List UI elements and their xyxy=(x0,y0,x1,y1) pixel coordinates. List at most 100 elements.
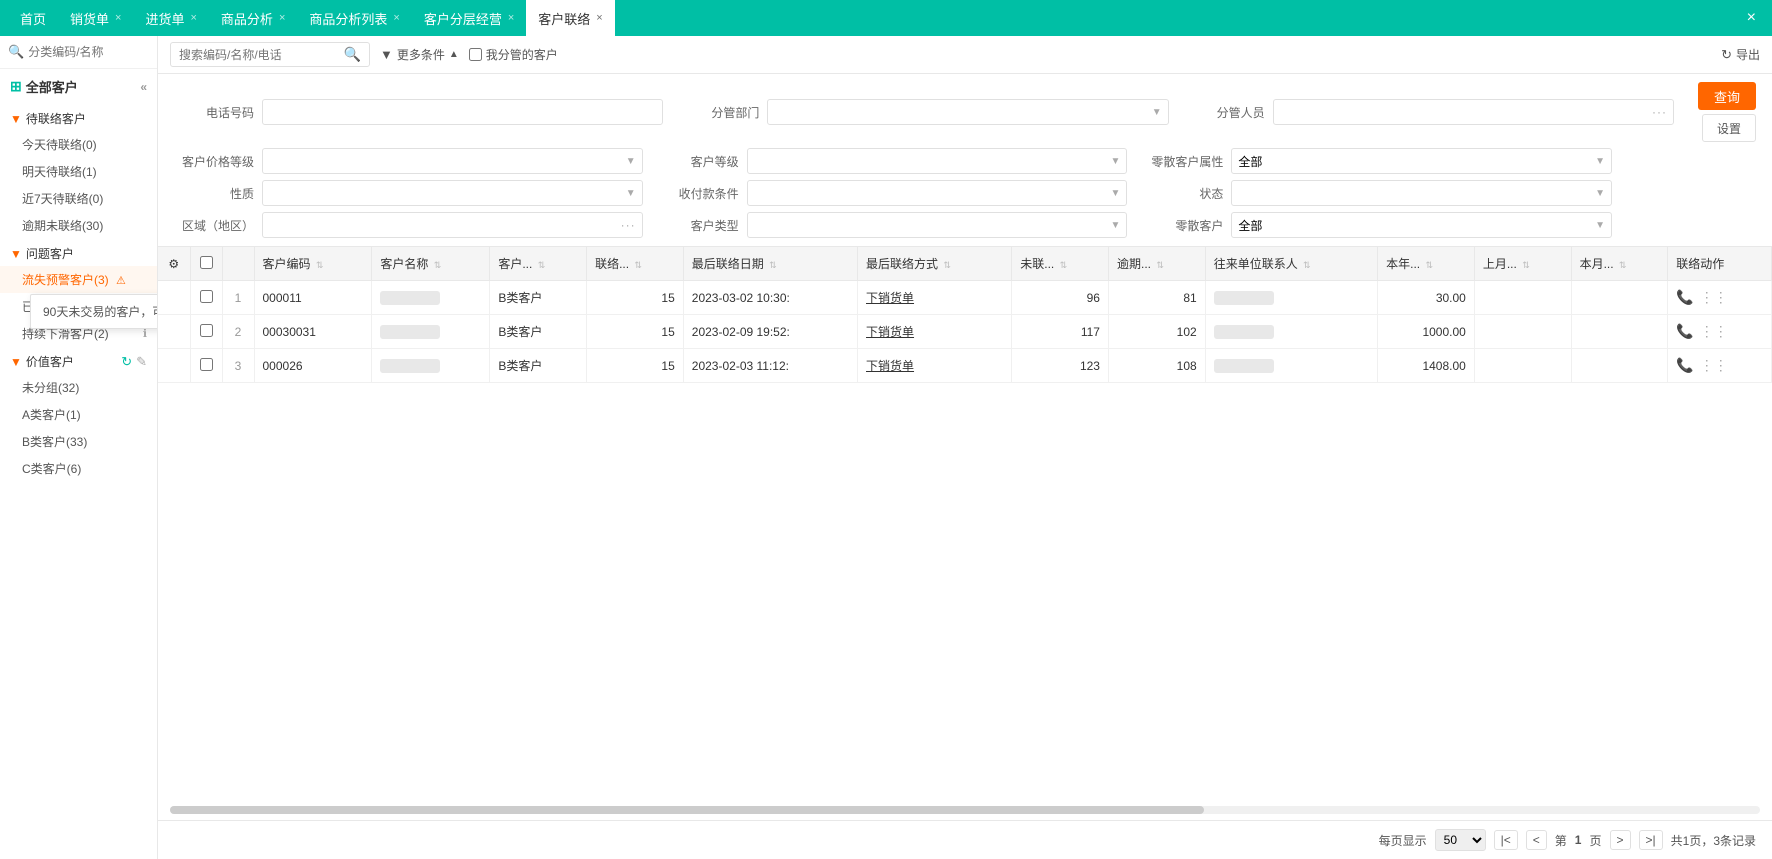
td-checkbox-1[interactable] xyxy=(190,315,222,349)
more-icon-1[interactable]: ⋮⋮ xyxy=(1700,323,1728,340)
nav-tab-goods-analysis-list[interactable]: 商品分析列表 × xyxy=(297,0,411,36)
zero-cust-select[interactable]: 全部 ▼ xyxy=(1231,212,1612,238)
sidebar-all-customers[interactable]: ⊞ 全部客户 « xyxy=(0,69,157,104)
cust-type-select[interactable]: ▼ xyxy=(747,212,1128,238)
td-last-method-2[interactable]: 下销货单 xyxy=(858,349,1012,383)
nature-select[interactable]: ▼ xyxy=(262,180,643,206)
td-last-method-0[interactable]: 下销货单 xyxy=(858,281,1012,315)
sidebar-item-ungrouped[interactable]: 未分组(32) xyxy=(0,374,157,401)
payment-chevron-icon: ▼ xyxy=(1110,188,1120,199)
horizontal-scrollbar[interactable] xyxy=(170,806,1760,814)
status-chevron-icon: ▼ xyxy=(1595,188,1605,199)
th-this-month[interactable]: 本月... ⇅ xyxy=(1571,247,1668,281)
th-uncontacted[interactable]: 未联... ⇅ xyxy=(1012,247,1109,281)
td-checkbox-0[interactable] xyxy=(190,281,222,315)
row-checkbox-0[interactable] xyxy=(200,290,213,303)
more-icon-2[interactable]: ⋮⋮ xyxy=(1700,357,1728,374)
more-conditions-button[interactable]: ▼ 更多条件 ▲ xyxy=(380,46,459,63)
status-select[interactable]: ▼ xyxy=(1231,180,1612,206)
refresh-icon-value[interactable]: ↻ xyxy=(121,354,132,370)
sidebar-item-b-class[interactable]: B类客户(33) xyxy=(0,428,157,455)
th-contact[interactable]: 联络... ⇅ xyxy=(587,247,684,281)
next-page-button[interactable]: > xyxy=(1610,830,1631,850)
dept-label: 分管部门 xyxy=(679,104,759,121)
th-last-date[interactable]: 最后联络日期 ⇅ xyxy=(683,247,857,281)
th-name[interactable]: 客户名称 ⇅ xyxy=(372,247,490,281)
window-close-button[interactable]: × xyxy=(1739,9,1764,27)
phone-input[interactable] xyxy=(262,99,663,125)
select-all-checkbox[interactable] xyxy=(200,256,213,269)
sidebar-item-a-class[interactable]: A类客户(1) xyxy=(0,401,157,428)
sidebar-item-today[interactable]: 今天待联络(0) xyxy=(0,131,157,158)
nav-purchase-label: 进货单 xyxy=(145,9,184,28)
sidebar-item-overdue[interactable]: 逾期未联络(30) xyxy=(0,212,157,239)
nav-tab-goods-analysis[interactable]: 商品分析 × xyxy=(209,0,297,36)
contact-icon-2[interactable]: 📞 xyxy=(1676,357,1693,374)
close-purchase-icon[interactable]: × xyxy=(190,12,196,24)
row-checkbox-2[interactable] xyxy=(200,358,213,371)
page-size-select[interactable]: 50 100 200 xyxy=(1435,829,1486,851)
th-overdue[interactable]: 逾期... ⇅ xyxy=(1108,247,1205,281)
nav-sales-label: 销货单 xyxy=(70,9,109,28)
td-last-method-1[interactable]: 下销货单 xyxy=(858,315,1012,349)
price-level-select[interactable]: ▼ xyxy=(262,148,643,174)
search-box: 🔍 xyxy=(170,42,370,67)
contact-icon-0[interactable]: 📞 xyxy=(1676,289,1693,306)
th-type[interactable]: 客户... ⇅ xyxy=(490,247,587,281)
nav-tab-customer-link[interactable]: 客户联络 × xyxy=(526,0,614,36)
th-last-method[interactable]: 最后联络方式 ⇅ xyxy=(858,247,1012,281)
first-page-button[interactable]: |< xyxy=(1494,830,1518,850)
close-goods-analysis-icon[interactable]: × xyxy=(279,12,285,24)
row-checkbox-1[interactable] xyxy=(200,324,213,337)
settings-button[interactable]: 设置 xyxy=(1702,114,1756,142)
sidebar-item-tomorrow[interactable]: 明天待联络(1) xyxy=(0,158,157,185)
close-customer-tier-icon[interactable]: × xyxy=(508,12,514,24)
th-code[interactable]: 客户编码 ⇅ xyxy=(254,247,372,281)
th-seq xyxy=(222,247,254,281)
td-settings-2 xyxy=(158,349,190,383)
arrow-down-icon-2: ▼ xyxy=(10,247,22,261)
contact-icon-1[interactable]: 📞 xyxy=(1676,323,1693,340)
prev-page-button[interactable]: < xyxy=(1526,830,1547,850)
query-button[interactable]: 查询 xyxy=(1698,82,1756,110)
th-settings[interactable]: ⚙ xyxy=(158,247,190,281)
last-page-button[interactable]: >| xyxy=(1639,830,1663,850)
edit-icon-value[interactable]: ✎ xyxy=(136,354,147,370)
nav-tab-home[interactable]: 首页 xyxy=(8,0,58,36)
th-unit-contact[interactable]: 往来单位联系人 ⇅ xyxy=(1205,247,1377,281)
nav-tab-customer-tier[interactable]: 客户分层经营 × xyxy=(412,0,526,36)
close-customer-link-icon[interactable]: × xyxy=(596,12,602,24)
close-sales-icon[interactable]: × xyxy=(115,12,121,24)
th-this-year[interactable]: 本年... ⇅ xyxy=(1378,247,1475,281)
nav-tab-purchase[interactable]: 进货单 × xyxy=(133,0,208,36)
sidebar-section-value[interactable]: ▼ 价值客户 ↻ ✎ xyxy=(0,347,157,374)
sidebar-search-input[interactable] xyxy=(28,45,149,59)
sidebar-collapse-icon[interactable]: « xyxy=(140,80,147,94)
my-customers-checkbox[interactable] xyxy=(469,48,482,61)
cust-level-select[interactable]: ▼ xyxy=(747,148,1128,174)
dept-select[interactable]: ▼ xyxy=(767,99,1168,125)
sidebar-item-c-class[interactable]: C类客户(6) xyxy=(0,455,157,482)
th-checkbox[interactable] xyxy=(190,247,222,281)
th-last-month[interactable]: 上月... ⇅ xyxy=(1474,247,1571,281)
overdue-label: 逾期未联络(30) xyxy=(22,219,103,233)
zero-attr-select[interactable]: 全部 ▼ xyxy=(1231,148,1612,174)
nav-tab-sales[interactable]: 销货单 × xyxy=(58,0,133,36)
close-goods-analysis-list-icon[interactable]: × xyxy=(393,12,399,24)
search-input[interactable] xyxy=(179,48,344,62)
sidebar-section-pending[interactable]: ▼ 待联络客户 xyxy=(0,104,157,131)
payment-select[interactable]: ▼ xyxy=(747,180,1128,206)
sidebar-item-at-risk[interactable]: 流失预警客户(3) ⚠ xyxy=(0,266,157,293)
my-customers-filter[interactable]: 我分管的客户 xyxy=(469,46,558,63)
more-conditions-label: 更多条件 xyxy=(397,46,445,63)
more-icon-0[interactable]: ⋮⋮ xyxy=(1700,289,1728,306)
export-button[interactable]: ↻ 导出 xyxy=(1721,46,1760,63)
td-checkbox-2[interactable] xyxy=(190,349,222,383)
td-name-0 xyxy=(372,281,490,315)
search-button[interactable]: 🔍 xyxy=(344,46,361,63)
scrollbar-thumb[interactable] xyxy=(170,806,1204,814)
region-select[interactable]: ··· xyxy=(262,212,643,238)
person-select[interactable]: ··· xyxy=(1273,99,1674,125)
sidebar-item-week[interactable]: 近7天待联络(0) xyxy=(0,185,157,212)
sidebar-section-lost[interactable]: ▼ 问题客户 xyxy=(0,239,157,266)
